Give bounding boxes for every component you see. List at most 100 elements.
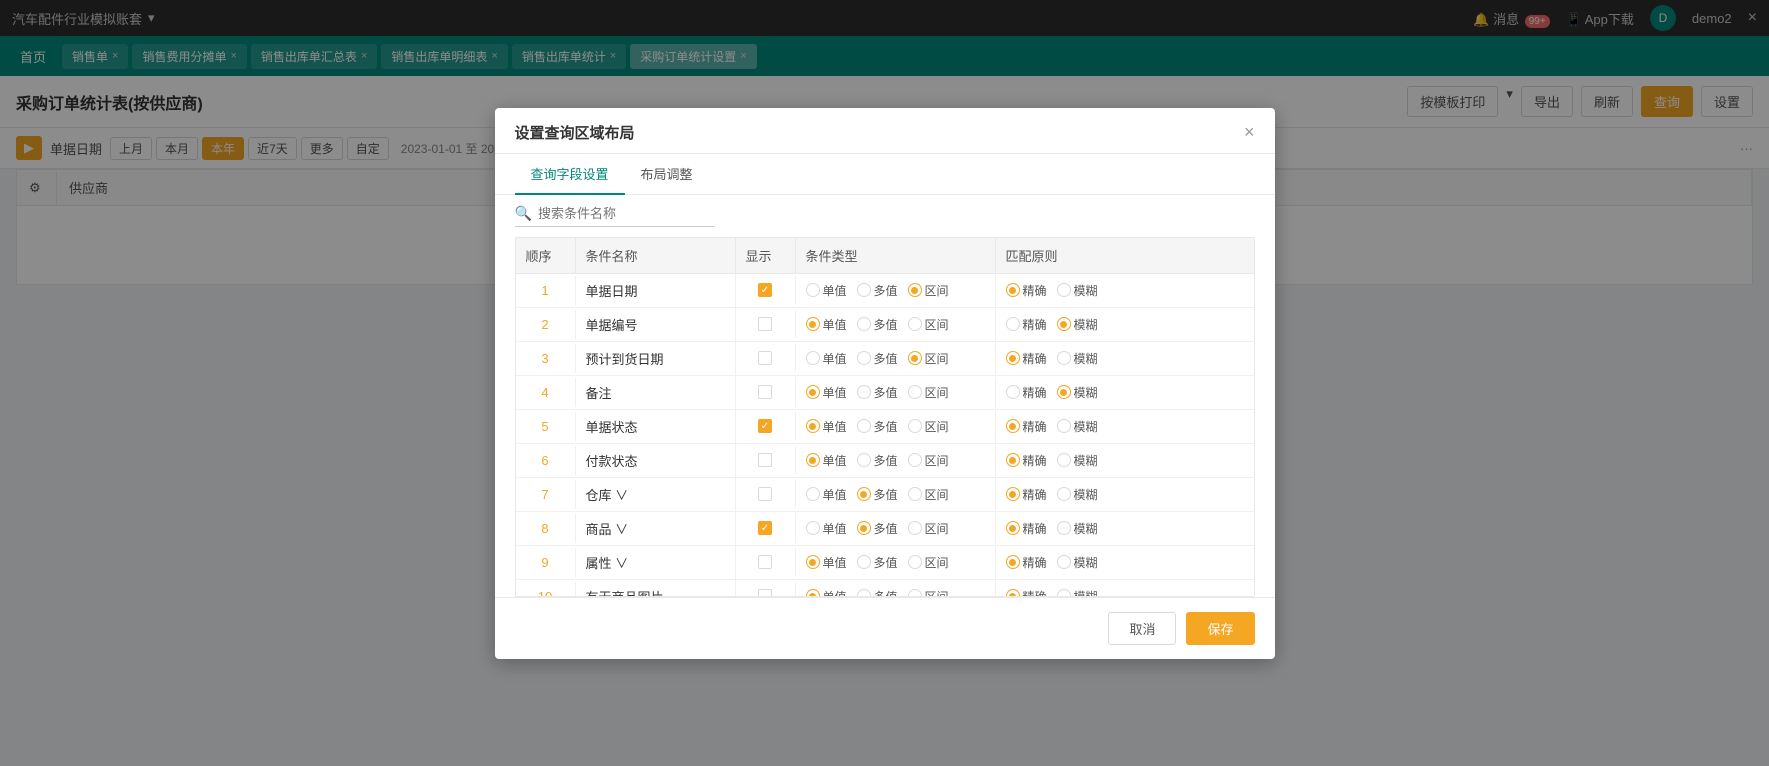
row-4-type-single[interactable]: 单值: [806, 384, 847, 401]
dialog-close-button[interactable]: ×: [1244, 123, 1255, 141]
row-6-type-group: 单值 多值 区间: [806, 452, 949, 469]
row-7-checkbox[interactable]: [758, 487, 772, 501]
tab-query-fields[interactable]: 查询字段设置: [515, 154, 625, 195]
row-10-match-exact[interactable]: 精确: [1006, 588, 1047, 597]
row-9-type-single[interactable]: 单值: [806, 554, 847, 571]
row-10-order: 10: [516, 582, 576, 597]
row-9-match-exact[interactable]: 精确: [1006, 554, 1047, 571]
row-10-name: 有无商品图片: [576, 580, 736, 597]
row-3-type-range[interactable]: 区间: [908, 350, 949, 367]
row-4-type-multi[interactable]: 多值: [857, 384, 898, 401]
row-6-match-fuzzy[interactable]: 模糊: [1057, 452, 1098, 469]
row-9-type-range[interactable]: 区间: [908, 554, 949, 571]
row-5-type-multi[interactable]: 多值: [857, 418, 898, 435]
row-10-checkbox[interactable]: [758, 589, 772, 597]
row-1-match: 精确 模糊: [996, 275, 1176, 306]
row-10-display[interactable]: [736, 582, 796, 597]
row-5-match-fuzzy[interactable]: 模糊: [1057, 418, 1098, 435]
row-6-checkbox[interactable]: [758, 453, 772, 467]
row-1-display[interactable]: [736, 276, 796, 304]
conditions-table: 顺序 条件名称 显示 条件类型 匹配原则 1 单据日期 单值 多值 区间: [515, 237, 1255, 597]
row-4-type-range[interactable]: 区间: [908, 384, 949, 401]
row-8-match-fuzzy[interactable]: 模糊: [1057, 520, 1098, 537]
tab-layout-adjust[interactable]: 布局调整: [625, 154, 709, 195]
row-5-display[interactable]: [736, 412, 796, 440]
row-10-type-range[interactable]: 区间: [908, 588, 949, 597]
row-3-display[interactable]: [736, 344, 796, 372]
row-7-type-single[interactable]: 单值: [806, 486, 847, 503]
row-1-checkbox[interactable]: [758, 283, 772, 297]
row-4-order: 4: [516, 378, 576, 407]
row-6-match-exact[interactable]: 精确: [1006, 452, 1047, 469]
row-9-match-group: 精确 模糊: [1006, 554, 1098, 571]
row-6-type-range[interactable]: 区间: [908, 452, 949, 469]
dialog-footer: 取消 保存: [495, 597, 1275, 659]
row-4-checkbox[interactable]: [758, 385, 772, 399]
row-6-type-single[interactable]: 单值: [806, 452, 847, 469]
row-3-type: 单值 多值 区间: [796, 343, 996, 374]
row-9-match: 精确 模糊: [996, 547, 1176, 578]
row-7-display[interactable]: [736, 480, 796, 508]
row-8-type-single[interactable]: 单值: [806, 520, 847, 537]
row-3-match-fuzzy[interactable]: 模糊: [1057, 350, 1098, 367]
row-10-match-fuzzy[interactable]: 模糊: [1057, 588, 1098, 597]
row-2-type-multi[interactable]: 多值: [857, 316, 898, 333]
cancel-button[interactable]: 取消: [1108, 612, 1176, 645]
row-9-type-multi[interactable]: 多值: [857, 554, 898, 571]
row-2-order: 2: [516, 310, 576, 339]
row-5-checkbox[interactable]: [758, 419, 772, 433]
table-row: 9 属性 ∨ 单值 多值 区间 精确 模糊: [516, 546, 1254, 580]
row-4-display[interactable]: [736, 378, 796, 406]
col-display: 显示: [736, 238, 796, 273]
row-5-type-single[interactable]: 单值: [806, 418, 847, 435]
row-1-type-range[interactable]: 区间: [908, 282, 949, 299]
row-4-match-exact[interactable]: 精确: [1006, 384, 1047, 401]
row-10-match: 精确 模糊: [996, 581, 1176, 597]
table-row: 4 备注 单值 多值 区间 精确 模糊: [516, 376, 1254, 410]
row-7-type-multi[interactable]: 多值: [857, 486, 898, 503]
row-1-match-exact[interactable]: 精确: [1006, 282, 1047, 299]
row-4-match-group: 精确 模糊: [1006, 384, 1098, 401]
row-7-match-fuzzy[interactable]: 模糊: [1057, 486, 1098, 503]
row-7-name: 仓库 ∨: [576, 478, 736, 511]
row-7-type-range[interactable]: 区间: [908, 486, 949, 503]
row-8-match: 精确 模糊: [996, 513, 1176, 544]
row-2-checkbox[interactable]: [758, 317, 772, 331]
row-5-match-exact[interactable]: 精确: [1006, 418, 1047, 435]
row-1-match-fuzzy[interactable]: 模糊: [1057, 282, 1098, 299]
row-6-display[interactable]: [736, 446, 796, 474]
row-8-type-multi[interactable]: 多值: [857, 520, 898, 537]
row-2-type-single[interactable]: 单值: [806, 316, 847, 333]
row-2-match-fuzzy[interactable]: 模糊: [1057, 316, 1098, 333]
row-9-match-fuzzy[interactable]: 模糊: [1057, 554, 1098, 571]
row-2-type-range[interactable]: 区间: [908, 316, 949, 333]
row-5-type: 单值 多值 区间: [796, 411, 996, 442]
row-10-type-multi[interactable]: 多值: [857, 588, 898, 597]
row-7-match-exact[interactable]: 精确: [1006, 486, 1047, 503]
row-3-match-exact[interactable]: 精确: [1006, 350, 1047, 367]
row-8-display[interactable]: [736, 514, 796, 542]
row-10-type-single[interactable]: 单值: [806, 588, 847, 597]
row-10-type-group: 单值 多值 区间: [806, 588, 949, 597]
row-3-match: 精确 模糊: [996, 343, 1176, 374]
row-8-checkbox[interactable]: [758, 521, 772, 535]
row-3-type-multi[interactable]: 多值: [857, 350, 898, 367]
row-2-match-exact[interactable]: 精确: [1006, 316, 1047, 333]
row-5-type-group: 单值 多值 区间: [806, 418, 949, 435]
row-5-type-range[interactable]: 区间: [908, 418, 949, 435]
row-9-display[interactable]: [736, 548, 796, 576]
row-7-match-group: 精确 模糊: [1006, 486, 1098, 503]
row-1-type-single[interactable]: 单值: [806, 282, 847, 299]
row-3-checkbox[interactable]: [758, 351, 772, 365]
search-input[interactable]: [538, 206, 698, 221]
row-2-display[interactable]: [736, 310, 796, 338]
row-9-checkbox[interactable]: [758, 555, 772, 569]
row-8-match-exact[interactable]: 精确: [1006, 520, 1047, 537]
row-3-type-single[interactable]: 单值: [806, 350, 847, 367]
row-6-type-multi[interactable]: 多值: [857, 452, 898, 469]
row-4-match-fuzzy[interactable]: 模糊: [1057, 384, 1098, 401]
row-4-match: 精确 模糊: [996, 377, 1176, 408]
save-button[interactable]: 保存: [1186, 612, 1254, 645]
row-1-type-multi[interactable]: 多值: [857, 282, 898, 299]
row-8-type-range[interactable]: 区间: [908, 520, 949, 537]
